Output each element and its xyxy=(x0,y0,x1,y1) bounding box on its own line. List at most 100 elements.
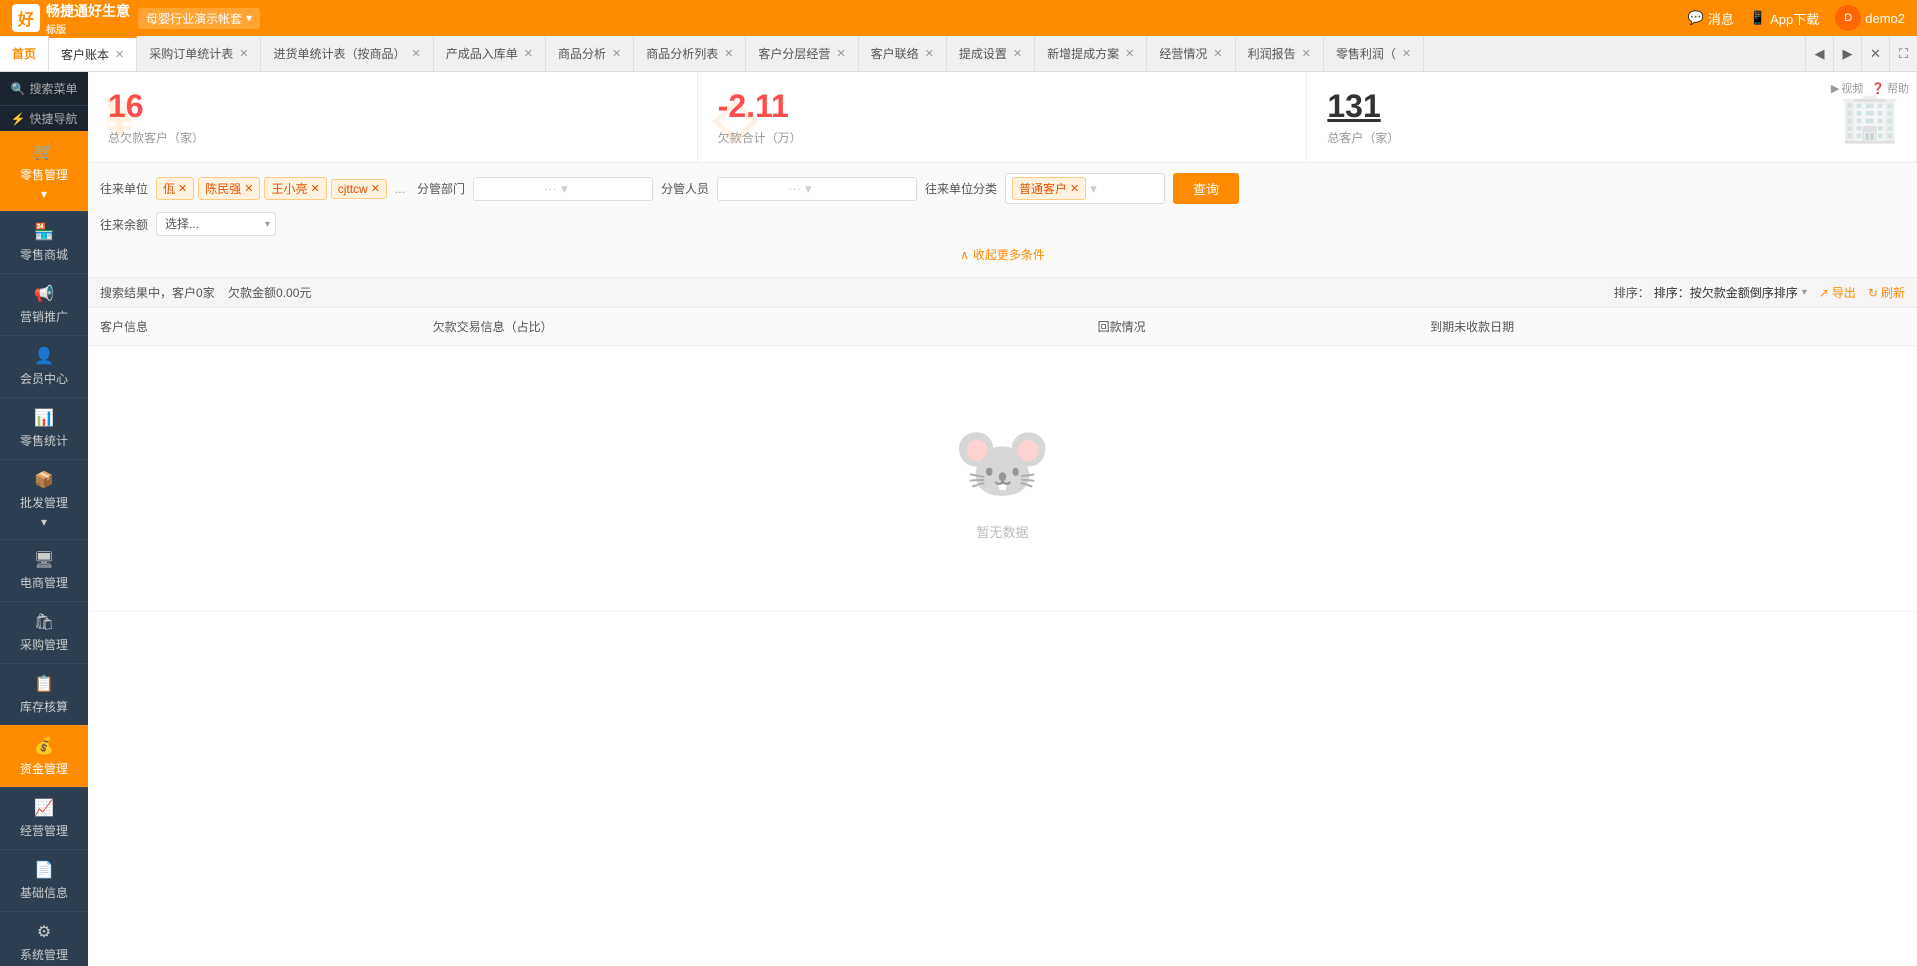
tab-add-promotion-plan[interactable]: 新增提成方案 ✕ xyxy=(1035,36,1147,71)
unit-tag-wang-close[interactable]: ✕ xyxy=(311,182,320,195)
unit-category-tag-close[interactable]: ✕ xyxy=(1070,182,1079,195)
retail-stats-icon: 📊 xyxy=(34,408,54,428)
tab-product-analysis-list[interactable]: 商品分析列表 ✕ xyxy=(634,36,746,71)
sidebar-item-marketing[interactable]: 📢 营销推广 xyxy=(0,273,88,335)
tab-purchase-stats-close[interactable]: ✕ xyxy=(412,47,421,60)
company-dropdown[interactable]: 母婴行业演示帐套 ▾ xyxy=(138,8,260,29)
tab-operation-status[interactable]: 经营情况 ✕ xyxy=(1147,36,1235,71)
personnel-more-icon: ··· xyxy=(788,181,801,196)
tab-product-analysis-list-close[interactable]: ✕ xyxy=(724,47,733,60)
stat-card-debt: ◇ -2.11 欠款合计（万） xyxy=(698,72,1308,162)
tab-purchase-order-stats[interactable]: 采购订单统计表 ✕ xyxy=(137,36,261,71)
personnel-dropdown-icon: ▾ xyxy=(805,181,812,197)
tab-home[interactable]: 首页 xyxy=(0,36,49,71)
sidebar-search[interactable]: 🔍 搜索菜单 xyxy=(0,72,88,105)
tab-product-analysis[interactable]: 商品分析 ✕ xyxy=(546,36,634,71)
tab-add-promotion-plan-label: 新增提成方案 xyxy=(1047,45,1119,62)
sidebar-item-purchase-mgmt[interactable]: 🛍 采购管理 xyxy=(0,601,88,663)
sidebar-item-basic-info[interactable]: 📄 基础信息 xyxy=(0,849,88,911)
sidebar-item-inventory-label: 库存核算 xyxy=(20,698,68,715)
tab-customer-tier-mgmt[interactable]: 客户分层经营 ✕ xyxy=(746,36,858,71)
tab-customer-ledger[interactable]: 客户账本 ✕ xyxy=(49,36,137,71)
sidebar-item-wholesale-mgmt-label: 批发管理 xyxy=(20,494,68,511)
remaining-select-wrap: 选择... ▾ xyxy=(156,212,276,236)
filter-row-2: 往来余额 选择... ▾ xyxy=(100,212,1905,236)
personnel-input-field[interactable] xyxy=(724,182,784,196)
tab-product-in-order-label: 产成品入库单 xyxy=(446,45,518,62)
tab-retail-profit[interactable]: 零售利润（ ✕ xyxy=(1324,36,1424,71)
dept-input[interactable]: ··· ▾ xyxy=(473,177,653,201)
collapse-btn[interactable]: ∧ 收起更多条件 xyxy=(952,242,1053,267)
sidebar-item-retail-stats[interactable]: 📊 零售统计 xyxy=(0,397,88,459)
tab-profit-report[interactable]: 利润报告 ✕ xyxy=(1236,36,1324,71)
finance-icon: 💰 xyxy=(34,736,54,756)
sidebar-item-operation-mgmt[interactable]: 📈 经营管理 xyxy=(0,787,88,849)
dept-input-field[interactable] xyxy=(480,182,540,196)
stat3-bg-icon: 🏢 xyxy=(1840,89,1900,146)
sidebar: 🔍 搜索菜单 ⚡ 快捷导航 🛒 零售管理 ▾ 🏪 零售商城 📢 营销推广 👤 会… xyxy=(0,72,88,966)
tab-customer-contact-label: 客户联络 xyxy=(871,45,919,62)
results-text-area: 搜索结果中，客户0家 欠款金额0.00元 xyxy=(100,284,311,301)
unit-tag-chen-close[interactable]: ✕ xyxy=(244,182,253,195)
nav-next-btn[interactable]: ▶ xyxy=(1833,36,1861,72)
results-text: 搜索结果中，客户0家 xyxy=(100,286,215,300)
unit-category-input[interactable]: 普通客户 ✕ ▾ xyxy=(1005,173,1165,204)
remaining-select[interactable]: 选择... xyxy=(156,212,276,236)
nav-prev-btn[interactable]: ◀ xyxy=(1805,36,1833,72)
sidebar-quick-nav[interactable]: ⚡ 快捷导航 xyxy=(0,105,88,131)
tab-product-in-order-close[interactable]: ✕ xyxy=(524,47,533,60)
stat-help-area: ▶ 视频 ❓ 帮助 xyxy=(1831,80,1909,96)
search-icon: 🔍 xyxy=(11,82,26,96)
tab-customer-contact-close[interactable]: ✕ xyxy=(925,47,934,60)
sidebar-item-retail-mall[interactable]: 🏪 零售商城 xyxy=(0,211,88,273)
sidebar-item-system-mgmt[interactable]: ⚙ 系统管理 xyxy=(0,911,88,966)
nav-close-all-btn[interactable]: ✕ xyxy=(1861,36,1889,72)
sidebar-item-basic-info-label: 基础信息 xyxy=(20,884,68,901)
stat2-bg-icon: ◇ xyxy=(714,84,757,150)
tab-operation-status-close[interactable]: ✕ xyxy=(1213,47,1222,60)
tab-retail-profit-close[interactable]: ✕ xyxy=(1402,47,1411,60)
col-debt-info: 欠款交易信息（占比） xyxy=(421,308,1086,346)
tab-purchase-order-stats-close[interactable]: ✕ xyxy=(239,47,248,60)
help-btn[interactable]: ❓ 帮助 xyxy=(1871,80,1909,96)
message-btn[interactable]: 💬 消息 xyxy=(1688,9,1734,28)
empty-state-cell: 🐭 暂无数据 xyxy=(88,346,1917,612)
refresh-btn[interactable]: ↻ 刷新 xyxy=(1868,284,1905,301)
tab-product-analysis-label: 商品分析 xyxy=(558,45,606,62)
stat1-bg-icon: ¥ xyxy=(104,85,135,150)
marketing-icon: 📢 xyxy=(34,284,54,304)
unit-tag-wa-close[interactable]: ✕ xyxy=(178,182,187,195)
tab-customer-contact[interactable]: 客户联络 ✕ xyxy=(859,36,947,71)
results-debt-text: 欠款金额0.00元 xyxy=(228,286,311,300)
tab-purchase-stats-by-product[interactable]: 进货单统计表（按商品） ✕ xyxy=(261,36,433,71)
export-btn[interactable]: ↗ 导出 xyxy=(1819,284,1856,301)
tab-promotion-settings-close[interactable]: ✕ xyxy=(1013,47,1022,60)
nav-fullscreen-btn[interactable]: ⛶ xyxy=(1889,36,1917,72)
tab-add-promotion-plan-close[interactable]: ✕ xyxy=(1125,47,1134,60)
app-download-btn[interactable]: 📱 App下载 xyxy=(1750,9,1819,28)
personnel-input[interactable]: ··· ▾ xyxy=(717,177,917,201)
app-download-label: App下载 xyxy=(1770,9,1819,28)
user-label: demo2 xyxy=(1865,11,1905,26)
tab-customer-ledger-close[interactable]: ✕ xyxy=(115,48,124,61)
video-btn[interactable]: ▶ 视频 xyxy=(1831,80,1863,96)
tab-customer-tier-mgmt-close[interactable]: ✕ xyxy=(836,47,845,60)
sidebar-item-marketing-label: 营销推广 xyxy=(20,308,68,325)
sidebar-item-inventory[interactable]: 📋 库存核算 xyxy=(0,663,88,725)
query-button[interactable]: 查询 xyxy=(1173,173,1239,204)
sidebar-item-finance-mgmt[interactable]: 💰 资金管理 xyxy=(0,725,88,787)
sidebar-item-ecommerce-mgmt[interactable]: 🖥 电商管理 xyxy=(0,539,88,601)
sidebar-item-wholesale-mgmt[interactable]: 📦 批发管理 ▾ xyxy=(0,459,88,539)
sidebar-item-retail-mgmt[interactable]: 🛒 零售管理 ▾ xyxy=(0,131,88,211)
sort-select-wrap[interactable]: 排序： 排序：按欠款金额倒序排序 ▾ xyxy=(1614,284,1807,301)
tab-product-analysis-close[interactable]: ✕ xyxy=(612,47,621,60)
user-area[interactable]: D demo2 xyxy=(1835,5,1905,31)
tab-promotion-settings[interactable]: 提成设置 ✕ xyxy=(947,36,1035,71)
results-right: 排序： 排序：按欠款金额倒序排序 ▾ ↗ 导出 ↻ 刷新 xyxy=(1614,284,1905,301)
tab-profit-report-close[interactable]: ✕ xyxy=(1302,47,1311,60)
unit-tag-cjttcw-close[interactable]: ✕ xyxy=(371,182,380,195)
table-container: 客户信息 欠款交易信息（占比） 回款情况 到期未收款日期 🐭 暂无数据 xyxy=(88,308,1917,966)
sidebar-item-member-center[interactable]: 👤 会员中心 xyxy=(0,335,88,397)
filter-more-btn[interactable]: ... xyxy=(391,180,409,198)
tab-product-in-order[interactable]: 产成品入库单 ✕ xyxy=(434,36,546,71)
